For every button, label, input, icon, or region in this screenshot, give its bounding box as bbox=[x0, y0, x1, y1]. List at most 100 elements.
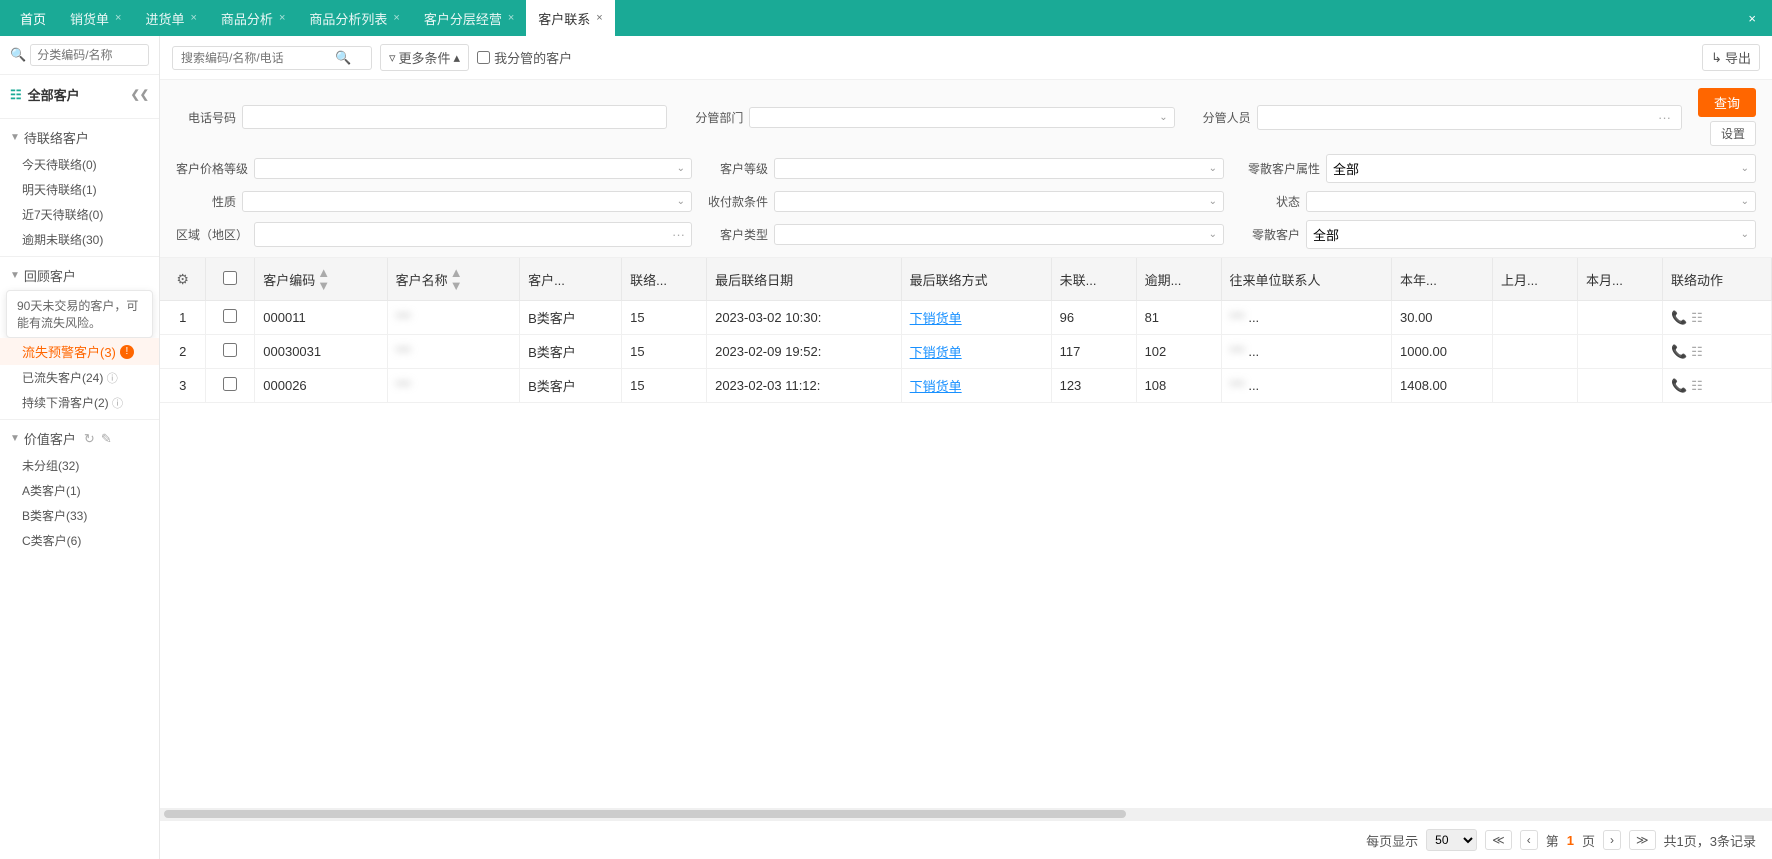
contact-action-icon[interactable]: 📞 bbox=[1671, 310, 1687, 326]
close-icon[interactable]: × bbox=[115, 12, 121, 24]
filter-row-2: 客户价格等级 ⌄ 客户等级 ⌄ 零散客户属性 全部 bbox=[176, 154, 1756, 183]
horizontal-scrollbar[interactable] bbox=[160, 808, 1772, 820]
table-row: 1 000011 *** B类客户 15 2023-03-02 10:30: 下… bbox=[160, 301, 1772, 335]
query-button[interactable]: 查询 bbox=[1698, 88, 1756, 117]
row-code: 000011 bbox=[255, 301, 387, 335]
sidebar-item-overdue-pending[interactable]: 逾期未联络(30) bbox=[0, 227, 159, 252]
sidebar-item-tomorrow-pending[interactable]: 明天待联络(1) bbox=[0, 177, 159, 202]
total-pages-label: 共1页，3条记录 bbox=[1664, 831, 1756, 850]
row-contact: 15 bbox=[622, 335, 707, 369]
search-input[interactable] bbox=[181, 51, 331, 65]
sidebar-item-c-class[interactable]: C类客户(6) bbox=[0, 528, 159, 553]
row-last-contact-date: 2023-03-02 10:30: bbox=[707, 301, 902, 335]
col-code: 客户编码 ▲▼ bbox=[255, 258, 387, 301]
row-contact-person: *** ... bbox=[1221, 301, 1391, 335]
row-checkbox[interactable] bbox=[223, 309, 237, 323]
close-icon[interactable]: × bbox=[508, 12, 514, 24]
row-contact-person: *** ... bbox=[1221, 335, 1391, 369]
tab-sales-order[interactable]: 销货单 × bbox=[58, 0, 133, 36]
filter-actions: 查询 设置 bbox=[1698, 88, 1756, 146]
row-checkbox[interactable] bbox=[223, 343, 237, 357]
customer-table: ⚙ 客户编码 ▲▼ 客户名称 bbox=[160, 258, 1772, 403]
tab-customer-layering[interactable]: 客户分层经营 × bbox=[412, 0, 526, 36]
sidebar-item-a-class[interactable]: A类客户(1) bbox=[0, 478, 159, 503]
contact-action-icon[interactable]: 📞 bbox=[1671, 378, 1687, 394]
sidebar-group-pending[interactable]: ▼ 待联络客户 bbox=[0, 123, 159, 152]
sidebar-item-ungrouped[interactable]: 未分组(32) bbox=[0, 453, 159, 478]
row-actions: 📞 ☷ bbox=[1662, 335, 1771, 369]
gear-icon[interactable]: ⚙ bbox=[176, 271, 189, 287]
sidebar-item-today-pending[interactable]: 今天待联络(0) bbox=[0, 152, 159, 177]
filter-price-level-select[interactable]: ⌄ bbox=[254, 158, 692, 179]
close-icon[interactable]: × bbox=[279, 12, 285, 24]
contact-action-icon[interactable]: 📞 bbox=[1671, 344, 1687, 360]
col-settings: ⚙ bbox=[160, 258, 206, 301]
row-checkbox[interactable] bbox=[223, 377, 237, 391]
row-checkbox-cell bbox=[206, 301, 255, 335]
row-last-contact-method: 下销货单 bbox=[901, 301, 1051, 335]
filter-retail-customer-select[interactable]: 全部 ⌄ bbox=[1306, 220, 1756, 249]
tab-product-analysis[interactable]: 商品分析 × bbox=[209, 0, 297, 36]
more-action-icon[interactable]: ☷ bbox=[1691, 310, 1703, 326]
settings-button[interactable]: 设置 bbox=[1710, 121, 1756, 146]
first-page-button[interactable]: ≪ bbox=[1485, 830, 1512, 850]
tab-purchase-order[interactable]: 进货单 × bbox=[133, 0, 208, 36]
sidebar-search-input[interactable] bbox=[30, 44, 149, 66]
row-overdue: 81 bbox=[1136, 301, 1221, 335]
filter-customer-level-select[interactable]: ⌄ bbox=[774, 158, 1224, 179]
row-name: *** bbox=[387, 369, 519, 403]
filter-nature: 性质 ⌄ bbox=[176, 191, 692, 212]
sidebar-item-churn-warning[interactable]: 流失预警客户(3) ! bbox=[0, 338, 159, 365]
sidebar-all-customers[interactable]: ☷ 全部客户 ❮❮ bbox=[0, 79, 159, 110]
more-icon[interactable]: ··· bbox=[672, 227, 685, 242]
col-actions: 联络动作 bbox=[1662, 258, 1771, 301]
sidebar-item-week-pending[interactable]: 近7天待联络(0) bbox=[0, 202, 159, 227]
chevron-down-icon: ⌄ bbox=[1741, 229, 1749, 240]
close-icon[interactable]: × bbox=[596, 12, 602, 24]
sort-icon[interactable]: ▲▼ bbox=[317, 266, 330, 292]
filter-manager-select[interactable]: ··· bbox=[1257, 105, 1682, 130]
sidebar-item-b-class[interactable]: B类客户(33) bbox=[0, 503, 159, 528]
chevron-up-icon: ▴ bbox=[454, 50, 461, 66]
filter-status-select[interactable]: ⌄ bbox=[1306, 191, 1756, 212]
last-page-button[interactable]: ≫ bbox=[1629, 830, 1656, 850]
scroll-thumb[interactable] bbox=[164, 810, 1126, 818]
close-all-button[interactable]: × bbox=[1740, 7, 1764, 30]
filter-retail-attr-select[interactable]: 全部 ⌄ bbox=[1326, 154, 1756, 183]
more-conditions-button[interactable]: ▿ 更多条件 ▴ bbox=[380, 44, 469, 71]
sort-icon[interactable]: ▲▼ bbox=[450, 266, 463, 292]
filter-dept-select[interactable]: ⌄ bbox=[749, 107, 1174, 128]
tab-home[interactable]: 首页 bbox=[8, 0, 58, 36]
export-icon: ↳ bbox=[1711, 50, 1722, 66]
edit-icon[interactable]: ✎ bbox=[101, 431, 112, 447]
filter-payment-select[interactable]: ⌄ bbox=[774, 191, 1224, 212]
filter-customer-type-select[interactable]: ⌄ bbox=[774, 224, 1224, 245]
select-all-checkbox[interactable] bbox=[223, 271, 237, 285]
sidebar-item-declining[interactable]: 持续下滑客户(2) ⓘ bbox=[0, 390, 159, 415]
my-customers-checkbox[interactable] bbox=[477, 51, 490, 64]
my-customers-checkbox-label[interactable]: 我分管的客户 bbox=[477, 48, 572, 67]
tab-product-analysis-list[interactable]: 商品分析列表 × bbox=[297, 0, 411, 36]
sidebar-group-value[interactable]: ▼ 价值客户 ↻ ✎ bbox=[0, 424, 159, 453]
more-action-icon[interactable]: ☷ bbox=[1691, 344, 1703, 360]
next-page-button[interactable]: › bbox=[1603, 830, 1621, 850]
more-action-icon[interactable]: ☷ bbox=[1691, 378, 1703, 394]
tab-customer-contact[interactable]: 客户联系 × bbox=[526, 0, 614, 36]
filter-region-select[interactable]: ··· bbox=[254, 222, 692, 247]
close-icon[interactable]: × bbox=[190, 12, 196, 24]
collapse-icon[interactable]: ❮❮ bbox=[131, 88, 149, 101]
more-icon[interactable]: ··· bbox=[1658, 110, 1671, 125]
filter-nature-select[interactable]: ⌄ bbox=[242, 191, 692, 212]
row-type: B类客户 bbox=[520, 369, 622, 403]
search-icon[interactable]: 🔍 bbox=[335, 50, 351, 66]
row-overdue: 102 bbox=[1136, 335, 1221, 369]
sidebar-item-churned[interactable]: 已流失客户(24) ⓘ bbox=[0, 365, 159, 390]
page-size-select[interactable]: 50 20 100 bbox=[1426, 829, 1477, 851]
export-button[interactable]: ↳ 导出 bbox=[1702, 44, 1760, 71]
col-type: 客户... bbox=[520, 258, 622, 301]
sidebar-group-review[interactable]: ▼ 回顾客户 bbox=[0, 261, 159, 290]
filter-phone-input[interactable] bbox=[242, 105, 667, 129]
prev-page-button[interactable]: ‹ bbox=[1520, 830, 1538, 850]
close-icon[interactable]: × bbox=[393, 12, 399, 24]
refresh-icon[interactable]: ↻ bbox=[84, 431, 95, 447]
